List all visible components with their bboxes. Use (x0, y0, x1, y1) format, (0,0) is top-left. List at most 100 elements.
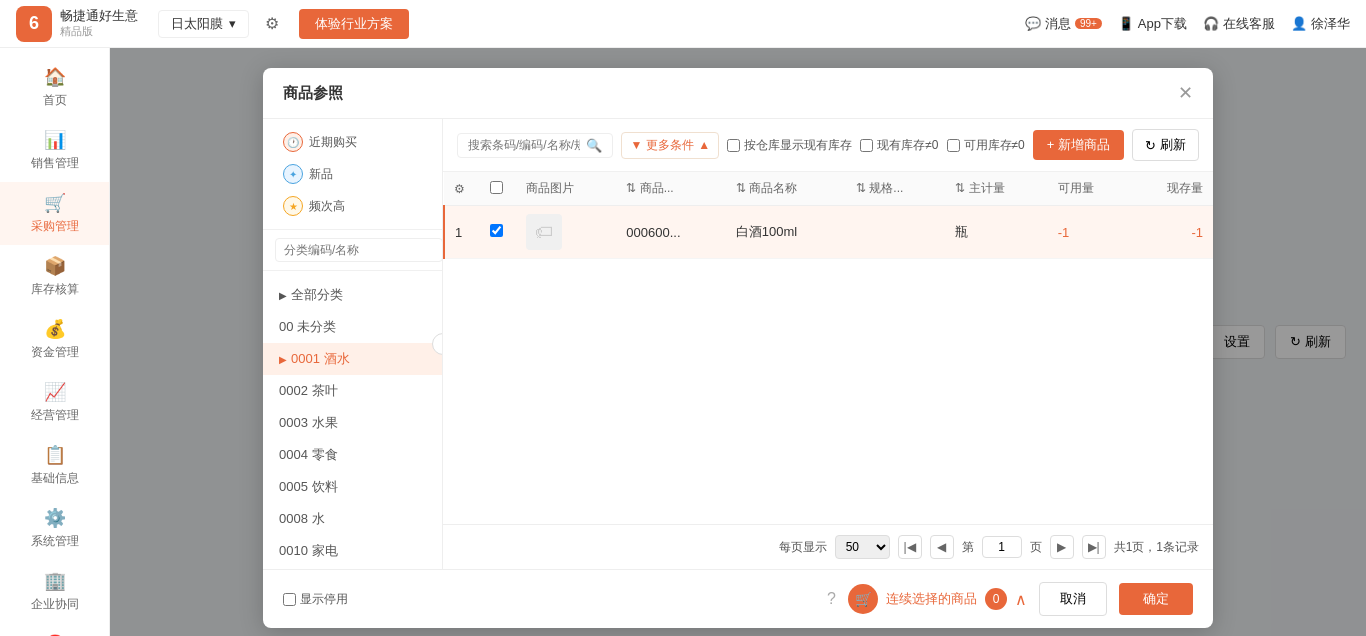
product-table-container: ⚙ 商品图片 (443, 172, 1213, 524)
sidebar-item-purchase[interactable]: 🛒 采购管理 (0, 182, 109, 245)
filter-more-label: 更多条件 (646, 137, 694, 154)
sidebar-item-system[interactable]: ⚙️ 系统管理 (0, 497, 109, 560)
category-item-0003[interactable]: 0003 水果 (263, 407, 442, 439)
settings-icon[interactable]: ⚙ (257, 9, 287, 39)
sidebar-item-enterprise[interactable]: 🏢 企业协同 (0, 560, 109, 623)
logo-area: 6 畅捷通好生意 精品版 (16, 6, 138, 42)
basic-icon: 📋 (44, 444, 66, 466)
sidebar-item-home[interactable]: 🏠 首页 (0, 56, 109, 119)
sort-icon-code: ⇅ (626, 181, 636, 195)
chevron-down-icon: ▾ (229, 16, 236, 31)
col-unit[interactable]: ⇅ 主计量 (945, 172, 1047, 206)
page-next-button[interactable]: ▶ (1050, 535, 1074, 559)
sales-icon: 📊 (44, 129, 66, 151)
table-header-row: ⚙ 商品图片 (444, 172, 1213, 206)
nav-selector[interactable]: 日太阳膜 ▾ (158, 10, 249, 38)
filter-warehouse-checkbox[interactable]: 按仓库显示现有库存 (727, 137, 852, 154)
modal-close-button[interactable]: ✕ (1178, 82, 1193, 104)
category-item-0002[interactable]: 0002 茶叶 (263, 375, 442, 407)
modal-body: 🕐 近期购买 ✦ 新品 ★ 频次高 (263, 119, 1213, 569)
category-quick-frequent[interactable]: ★ 频次高 (275, 191, 430, 221)
sidebar-label-purchase: 采购管理 (31, 218, 79, 235)
phone-icon: 📱 (1118, 16, 1134, 31)
sidebar-item-guide[interactable]: 🎯 新手引导 (0, 623, 109, 636)
system-icon: ⚙️ (44, 507, 66, 529)
page-last-button[interactable]: ▶| (1082, 535, 1106, 559)
category-search-input[interactable] (275, 238, 443, 262)
show-disabled-checkbox[interactable]: 显示停用 (283, 591, 348, 608)
industry-solution-button[interactable]: 体验行业方案 (299, 9, 409, 39)
product-search-icon[interactable]: 🔍 (586, 138, 602, 153)
operation-icon: 📈 (44, 381, 66, 403)
brand-sub: 精品版 (60, 24, 138, 39)
panel-collapse-button[interactable]: 《 (432, 333, 443, 355)
sidebar-item-inventory[interactable]: 📦 库存核算 (0, 245, 109, 308)
sidebar-item-operation[interactable]: 📈 经营管理 (0, 371, 109, 434)
sidebar-label-inventory: 库存核算 (31, 281, 79, 298)
sidebar-item-basic[interactable]: 📋 基础信息 (0, 434, 109, 497)
freq-icon: ★ (283, 196, 303, 216)
page-size-label: 每页显示 (779, 539, 827, 556)
filter-available-stock-input[interactable] (947, 139, 960, 152)
purchase-icon: 🛒 (44, 192, 66, 214)
online-service-nav-item[interactable]: 🎧 在线客服 (1203, 15, 1275, 33)
finance-icon: 💰 (44, 318, 66, 340)
sidebar: 🏠 首页 📊 销售管理 🛒 采购管理 📦 库存核算 💰 资金管理 📈 经营管理 … (0, 48, 110, 636)
col-code[interactable]: ⇅ 商品... (616, 172, 726, 206)
content-area: 查询 设置 ↻ 刷新 商品参照 ✕ (110, 48, 1366, 636)
table-row[interactable]: 1 🏷 000600... 白酒100ml (444, 206, 1213, 259)
category-quick-new[interactable]: ✦ 新品 (275, 159, 430, 189)
cart-collapse-button[interactable]: ∧ (1015, 590, 1027, 609)
sidebar-item-sales[interactable]: 📊 销售管理 (0, 119, 109, 182)
row-checkbox[interactable] (490, 224, 503, 237)
user-name: 徐泽华 (1311, 15, 1350, 33)
col-name[interactable]: ⇅ 商品名称 (726, 172, 846, 206)
page-input[interactable] (982, 536, 1022, 558)
row-available: -1 (1048, 206, 1131, 259)
modal-title: 商品参照 (283, 84, 343, 103)
select-all-checkbox[interactable] (490, 181, 503, 194)
refresh-product-button[interactable]: ↻ 刷新 (1132, 129, 1199, 161)
page-first-button[interactable]: |◀ (898, 535, 922, 559)
filter-current-stock-checkbox[interactable]: 现有库存≠0 (860, 137, 938, 154)
category-item-0001[interactable]: ▶ 0001 酒水 (263, 343, 442, 375)
show-disabled-input[interactable] (283, 593, 296, 606)
confirm-button[interactable]: 确定 (1119, 583, 1193, 615)
col-checkbox (480, 172, 516, 206)
row-index: 1 (444, 206, 480, 259)
add-product-button[interactable]: + 新增商品 (1033, 130, 1124, 160)
page-prev-button[interactable]: ◀ (930, 535, 954, 559)
category-item-0010[interactable]: 0010 家电 (263, 535, 442, 567)
page-size-select[interactable]: 50 10 20 100 (835, 535, 890, 559)
category-item-0008[interactable]: 0008 水 (263, 503, 442, 535)
help-icon[interactable]: ? (827, 590, 836, 608)
filter-available-stock-checkbox[interactable]: 可用库存≠0 (947, 137, 1025, 154)
filter-current-stock-input[interactable] (860, 139, 873, 152)
category-item-all[interactable]: ▶ 全部分类 (263, 279, 442, 311)
sidebar-label-enterprise: 企业协同 (31, 596, 79, 613)
row-code: 000600... (616, 206, 726, 259)
cancel-button[interactable]: 取消 (1039, 582, 1107, 616)
category-item-0005[interactable]: 0005 饮料 (263, 471, 442, 503)
app-download-nav-item[interactable]: 📱 App下载 (1118, 15, 1187, 33)
sidebar-label-system: 系统管理 (31, 533, 79, 550)
filter-icon: ▼ (630, 138, 642, 152)
filter-more-button[interactable]: ▼ 更多条件 ▲ (621, 132, 719, 159)
filter-available-stock-label: 可用库存≠0 (964, 137, 1025, 154)
filter-warehouse-input[interactable] (727, 139, 740, 152)
top-nav: 6 畅捷通好生意 精品版 日太阳膜 ▾ ⚙ 体验行业方案 💬 消息 99+ 📱 … (0, 0, 1366, 48)
brand-name: 畅捷通好生意 (60, 8, 138, 25)
col-available: 可用量 (1048, 172, 1131, 206)
category-item-0004[interactable]: 0004 零食 (263, 439, 442, 471)
column-settings-icon[interactable]: ⚙ (454, 182, 465, 196)
col-spec[interactable]: ⇅ 规格... (846, 172, 945, 206)
sidebar-item-finance[interactable]: 💰 资金管理 (0, 308, 109, 371)
col-settings[interactable]: ⚙ (444, 172, 480, 206)
product-search-input[interactable] (468, 138, 580, 152)
category-quick-recent[interactable]: 🕐 近期购买 (275, 127, 430, 157)
page-label2: 页 (1030, 539, 1042, 556)
user-nav-item[interactable]: 👤 徐泽华 (1291, 15, 1350, 33)
category-item-00[interactable]: 00 未分类 (263, 311, 442, 343)
messages-nav-item[interactable]: 💬 消息 99+ (1025, 15, 1102, 33)
sort-icon-unit: ⇅ (955, 181, 965, 195)
